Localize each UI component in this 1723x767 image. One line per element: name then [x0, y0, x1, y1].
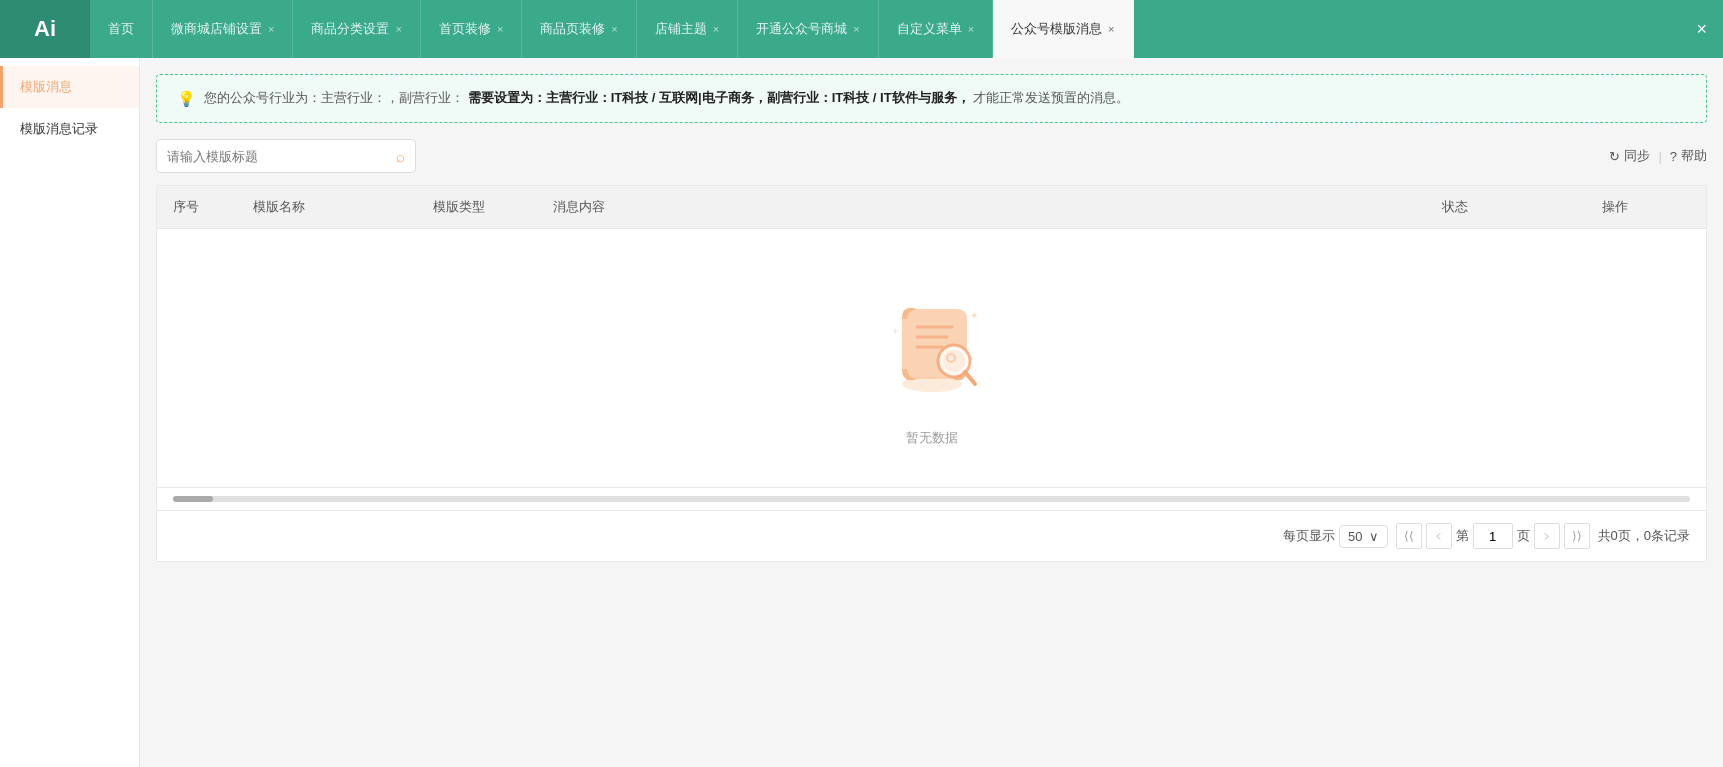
- table-header: 序号 模版名称 模版类型 消息内容 状态 操作: [157, 186, 1706, 229]
- nav-tab-close-product-decor[interactable]: ×: [611, 23, 617, 35]
- svg-text:✦: ✦: [970, 310, 978, 321]
- nav-tab-category[interactable]: 商品分类设置×: [293, 0, 420, 58]
- sync-icon: ↻: [1609, 149, 1620, 164]
- search-bar: ⌕ ↻ 同步 | ? 帮助: [156, 139, 1707, 173]
- prev-page-button[interactable]: ﹤: [1426, 523, 1452, 549]
- scrollbar-thumb[interactable]: [173, 496, 213, 502]
- sidebar-item-template-record[interactable]: 模版消息记录: [0, 108, 139, 150]
- nav-tab-product-decor[interactable]: 商品页装修×: [522, 0, 636, 58]
- notice-text: 您的公众号行业为：主营行业：，副营行业： 需要设置为：主营行业：IT科技 / 互…: [204, 89, 1129, 107]
- nav-tab-template-msg[interactable]: 公众号模版消息×: [993, 0, 1133, 58]
- notice-icon: 💡: [177, 90, 196, 108]
- search-icon[interactable]: ⌕: [396, 148, 405, 165]
- nav-tab-close-theme[interactable]: ×: [713, 23, 719, 35]
- sidebar-item-template-msg[interactable]: 模版消息: [0, 66, 139, 108]
- nav-tab-theme[interactable]: 店铺主题×: [637, 0, 738, 58]
- page-navigation: ⟨⟨ ﹤ 第 页 ﹥ ⟩⟩: [1396, 523, 1590, 549]
- dropdown-arrow-icon: ∨: [1369, 529, 1379, 544]
- page-size-select: 每页显示 50 ∨: [1283, 525, 1387, 548]
- empty-text: 暂无数据: [906, 429, 958, 447]
- help-button[interactable]: ? 帮助: [1670, 147, 1707, 165]
- top-nav: Ai 首页微商城店铺设置×商品分类设置×首页装修×商品页装修×店铺主题×开通公众…: [0, 0, 1723, 58]
- horizontal-scrollbar[interactable]: [173, 496, 1690, 502]
- page-number-input[interactable]: [1473, 523, 1513, 549]
- pagination: 每页显示 50 ∨ ⟨⟨ ﹤ 第 页 ﹥ ⟩⟩ 共0页，0条记录: [157, 510, 1706, 561]
- nav-tab-home-decor[interactable]: 首页装修×: [421, 0, 522, 58]
- empty-illustration: ✦ ✦: [872, 289, 992, 409]
- nav-tab-close-open-mall[interactable]: ×: [853, 23, 859, 35]
- col-seq: 序号: [157, 186, 237, 228]
- main-content: 💡 您的公众号行业为：主营行业：，副营行业： 需要设置为：主营行业：IT科技 /…: [140, 58, 1723, 767]
- svg-text:✦: ✦: [892, 327, 899, 336]
- nav-tab-close-home-decor[interactable]: ×: [497, 23, 503, 35]
- nav-tab-close-shop-setting[interactable]: ×: [268, 23, 274, 35]
- col-type: 模版类型: [417, 186, 537, 228]
- help-icon: ?: [1670, 149, 1677, 164]
- nav-tab-home[interactable]: 首页: [90, 0, 153, 58]
- toolbar-divider: |: [1658, 149, 1661, 164]
- logo: Ai: [0, 0, 90, 58]
- notice-highlight: 需要设置为：主营行业：IT科技 / 互联网|电子商务，副营行业：IT科技 / I…: [468, 90, 970, 105]
- page-size-dropdown[interactable]: 50 ∨: [1339, 525, 1387, 548]
- search-input[interactable]: [167, 149, 396, 164]
- data-table: 序号 模版名称 模版类型 消息内容 状态 操作: [156, 185, 1707, 562]
- main-layout: 模版消息 模版消息记录 💡 您的公众号行业为：主营行业：，副营行业： 需要设置为…: [0, 58, 1723, 767]
- empty-state: ✦ ✦ 暂无数据: [157, 229, 1706, 487]
- svg-line-6: [965, 372, 975, 384]
- last-page-button[interactable]: ⟩⟩: [1564, 523, 1590, 549]
- notice-banner: 💡 您的公众号行业为：主营行业：，副营行业： 需要设置为：主营行业：IT科技 /…: [156, 74, 1707, 123]
- col-content: 消息内容: [537, 186, 1426, 228]
- nav-tab-close-template-msg[interactable]: ×: [1108, 23, 1114, 35]
- sidebar: 模版消息 模版消息记录: [0, 58, 140, 767]
- page-total: 共0页，0条记录: [1598, 527, 1690, 545]
- nav-tab-custom-menu[interactable]: 自定义菜单×: [879, 0, 993, 58]
- nav-tabs: 首页微商城店铺设置×商品分类设置×首页装修×商品页装修×店铺主题×开通公众号商城…: [90, 0, 1680, 58]
- nav-tab-close-category[interactable]: ×: [395, 23, 401, 35]
- scrollbar-area: [157, 487, 1706, 510]
- first-page-button[interactable]: ⟨⟨: [1396, 523, 1422, 549]
- search-input-wrapper: ⌕: [156, 139, 416, 173]
- nav-tab-shop-setting[interactable]: 微商城店铺设置×: [153, 0, 293, 58]
- nav-tab-close-custom-menu[interactable]: ×: [968, 23, 974, 35]
- col-name: 模版名称: [237, 186, 417, 228]
- nav-tab-open-mall[interactable]: 开通公众号商城×: [738, 0, 878, 58]
- close-all-button[interactable]: ×: [1680, 19, 1723, 40]
- next-page-button[interactable]: ﹥: [1534, 523, 1560, 549]
- toolbar-right: ↻ 同步 | ? 帮助: [1609, 147, 1707, 165]
- sync-button[interactable]: ↻ 同步: [1609, 147, 1650, 165]
- col-action: 操作: [1586, 186, 1706, 228]
- col-status: 状态: [1426, 186, 1586, 228]
